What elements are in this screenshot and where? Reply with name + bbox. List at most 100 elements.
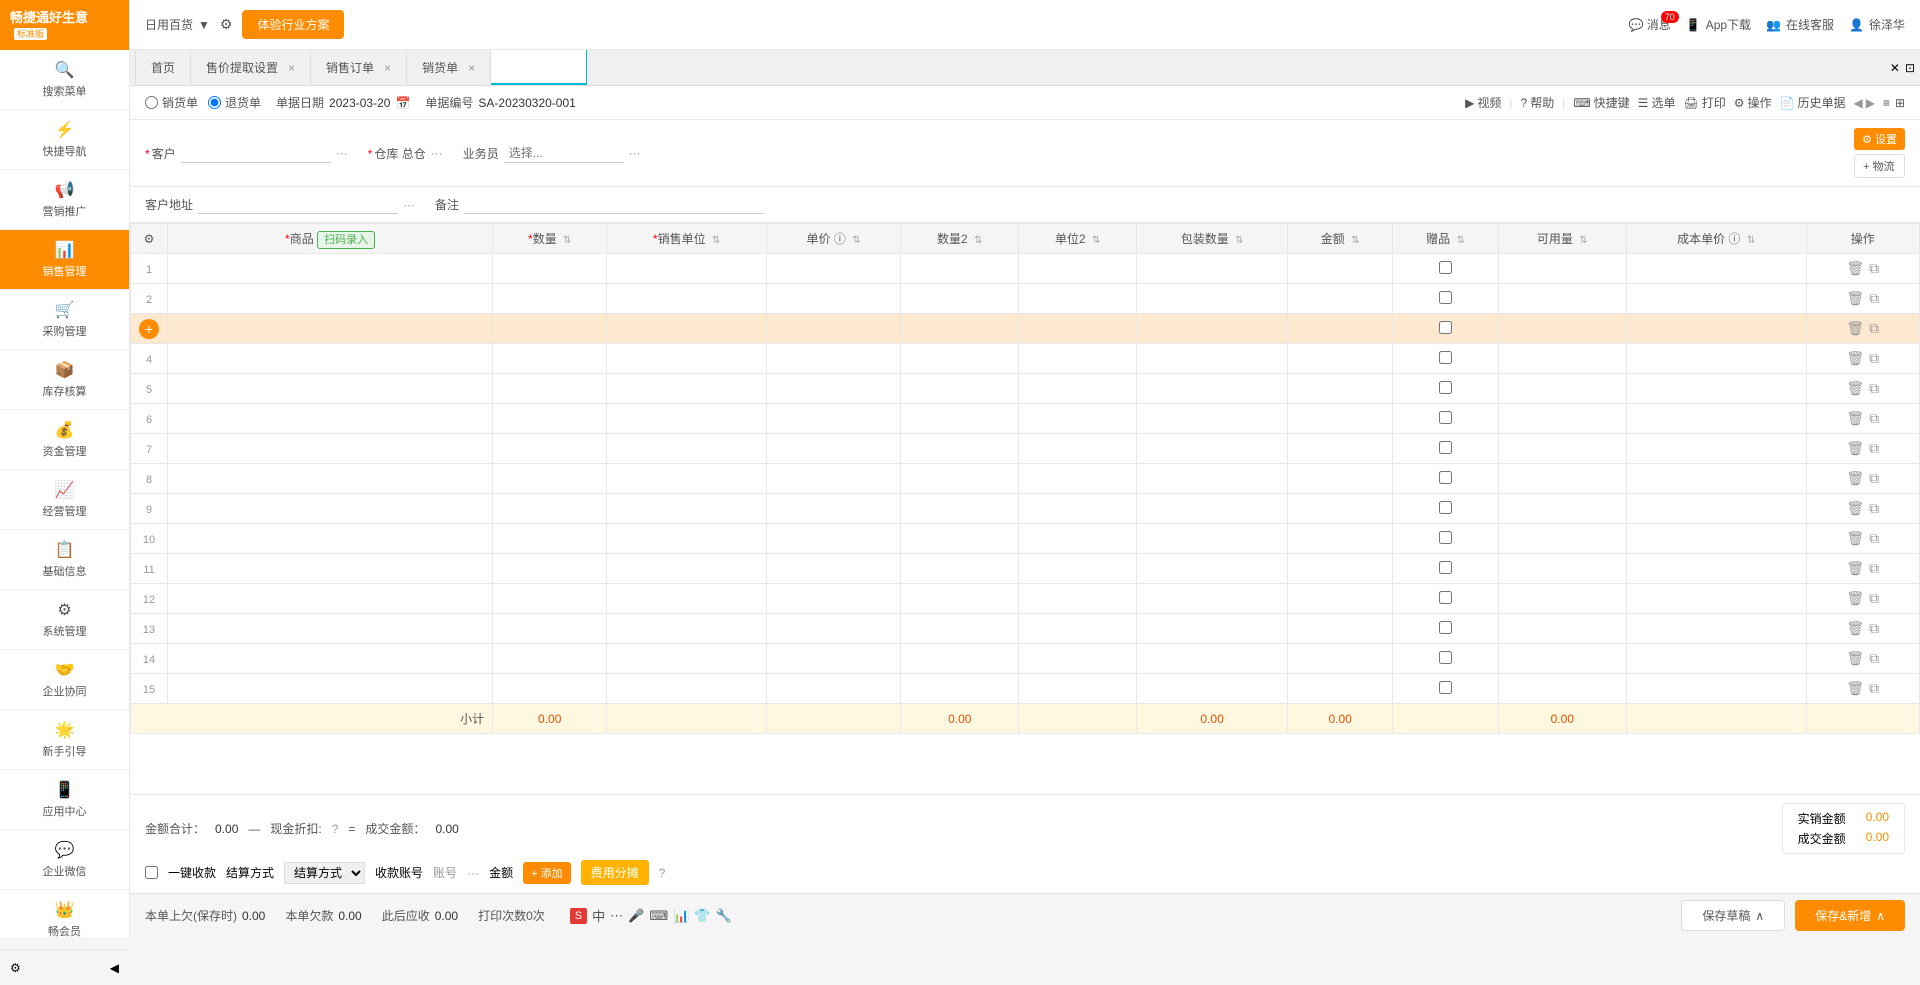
tab-close-icon[interactable]: × <box>564 60 571 74</box>
gift-cell[interactable] <box>1393 494 1498 524</box>
price-cell[interactable] <box>766 464 900 494</box>
delete-icon[interactable]: 🗑 <box>1846 680 1864 697</box>
qty-cell[interactable] <box>493 314 607 344</box>
gift-cell[interactable] <box>1393 644 1498 674</box>
tab-sales-order[interactable]: 销售订单 × <box>311 51 407 84</box>
qty-cell[interactable] <box>493 554 607 584</box>
message-notif[interactable]: 💬 消息 70 <box>1628 16 1670 33</box>
tab-close-icon[interactable]: × <box>288 61 295 75</box>
radio-return[interactable]: 退货单 <box>208 94 261 111</box>
tool-icon-7[interactable]: 🔧 <box>715 908 731 924</box>
next-icon[interactable]: ▶ <box>1866 96 1875 110</box>
avail-cell[interactable] <box>1498 584 1626 614</box>
product-cell[interactable] <box>168 284 493 314</box>
avail-cell[interactable] <box>1498 464 1626 494</box>
unit-cell[interactable] <box>607 374 767 404</box>
shortcut-tool[interactable]: ⌨ 快捷键 <box>1573 94 1629 111</box>
topbar-gear-icon[interactable]: ⚙ <box>220 16 233 33</box>
unit-cell[interactable] <box>607 464 767 494</box>
pack-cell[interactable] <box>1137 464 1288 494</box>
gift-checkbox[interactable] <box>1439 351 1452 364</box>
customer-input[interactable] <box>181 144 331 163</box>
price-cell[interactable] <box>766 434 900 464</box>
unit2-cell[interactable] <box>1019 554 1137 584</box>
expand-icon[interactable]: ⊡ <box>1905 61 1915 75</box>
pack-cell[interactable] <box>1137 254 1288 284</box>
gift-checkbox[interactable] <box>1439 411 1452 424</box>
sidebar-item-member[interactable]: 👑 畅会员 <box>0 890 129 950</box>
qty2-cell[interactable] <box>901 374 1019 404</box>
sidebar-item-wechat[interactable]: 💬 企业微信 <box>0 830 129 890</box>
qty2-cell[interactable] <box>901 674 1019 704</box>
unit2-cell[interactable] <box>1019 284 1137 314</box>
settings-btn[interactable]: ⚙ 设置 <box>1854 128 1905 150</box>
delete-icon[interactable]: 🗑 <box>1846 620 1864 637</box>
amount-cell[interactable] <box>1287 494 1392 524</box>
sidebar-item-purchase[interactable]: 🛒 采购管理 <box>0 290 129 350</box>
product-cell[interactable] <box>168 584 493 614</box>
unit-cell[interactable] <box>607 674 767 704</box>
qty2-cell[interactable] <box>901 614 1019 644</box>
qty-cell[interactable] <box>493 404 607 434</box>
delete-icon[interactable]: 🗑 <box>1846 260 1864 277</box>
tab-sales-return[interactable]: 销货退货 × <box>491 50 587 85</box>
cost-cell[interactable] <box>1626 674 1806 704</box>
tab-sales[interactable]: 销货单 × <box>407 51 491 84</box>
product-input[interactable] <box>176 322 484 336</box>
amount-cell[interactable] <box>1287 674 1392 704</box>
pack-cell[interactable] <box>1137 584 1288 614</box>
avail-cell[interactable] <box>1498 614 1626 644</box>
unit-cell[interactable] <box>607 434 767 464</box>
cost-cell[interactable] <box>1626 644 1806 674</box>
qty2-cell[interactable] <box>901 644 1019 674</box>
product-cell[interactable] <box>168 674 493 704</box>
copy-icon[interactable]: ⧉ <box>1869 440 1879 457</box>
unit2-cell[interactable] <box>1019 404 1137 434</box>
unit2-cell[interactable] <box>1019 524 1137 554</box>
avail-cell[interactable] <box>1498 674 1626 704</box>
amount-cell[interactable] <box>1287 434 1392 464</box>
amount-cell[interactable] <box>1287 584 1392 614</box>
gift-cell[interactable] <box>1393 344 1498 374</box>
unit-cell[interactable] <box>607 644 767 674</box>
avail-cell[interactable] <box>1498 374 1626 404</box>
salesperson-input[interactable] <box>504 144 624 163</box>
delete-icon[interactable]: 🗑 <box>1846 320 1864 337</box>
qty2-cell[interactable] <box>901 344 1019 374</box>
s-icon[interactable]: S <box>570 908 587 924</box>
qty-cell[interactable] <box>493 434 607 464</box>
copy-icon[interactable]: ⧉ <box>1869 260 1879 277</box>
sidebar-item-search[interactable]: 🔍 搜索菜单 <box>0 50 129 110</box>
sidebar-item-app-center[interactable]: 📱 应用中心 <box>0 770 129 830</box>
sidebar-item-basic-info[interactable]: 📋 基础信息 <box>0 530 129 590</box>
qty2-cell[interactable] <box>901 464 1019 494</box>
delete-icon[interactable]: 🗑 <box>1846 410 1864 427</box>
qty2-cell[interactable] <box>901 314 1019 344</box>
delete-icon[interactable]: 🗑 <box>1846 590 1864 607</box>
qty-cell[interactable] <box>493 344 607 374</box>
gift-cell[interactable] <box>1393 254 1498 284</box>
unit-cell[interactable] <box>607 344 767 374</box>
unit-cell[interactable] <box>607 254 767 284</box>
gift-cell[interactable] <box>1393 314 1498 344</box>
account-dots[interactable]: ··· <box>467 866 479 880</box>
product-cell[interactable] <box>168 434 493 464</box>
price-cell[interactable] <box>766 374 900 404</box>
qty-cell[interactable] <box>493 284 607 314</box>
price-cell[interactable] <box>766 404 900 434</box>
gift-checkbox[interactable] <box>1439 531 1452 544</box>
amount-cell[interactable] <box>1287 524 1392 554</box>
logistics-btn[interactable]: + 物流 <box>1854 154 1905 178</box>
gift-cell[interactable] <box>1393 374 1498 404</box>
gift-cell[interactable] <box>1393 614 1498 644</box>
radio-sale-input[interactable] <box>145 96 158 109</box>
gift-checkbox[interactable] <box>1439 321 1452 334</box>
cost-cell[interactable] <box>1626 524 1806 554</box>
print-tool[interactable]: 🖨 打印 <box>1683 94 1725 111</box>
discount-help-icon[interactable]: ? <box>332 822 339 836</box>
sidebar-item-finance[interactable]: 💰 资金管理 <box>0 410 129 470</box>
radio-sale[interactable]: 销货单 <box>145 94 198 111</box>
sort-unit2-icon[interactable]: ⇅ <box>1092 235 1100 246</box>
product-cell[interactable] <box>168 464 493 494</box>
video-tool[interactable]: ▶ 视频 <box>1465 94 1501 111</box>
